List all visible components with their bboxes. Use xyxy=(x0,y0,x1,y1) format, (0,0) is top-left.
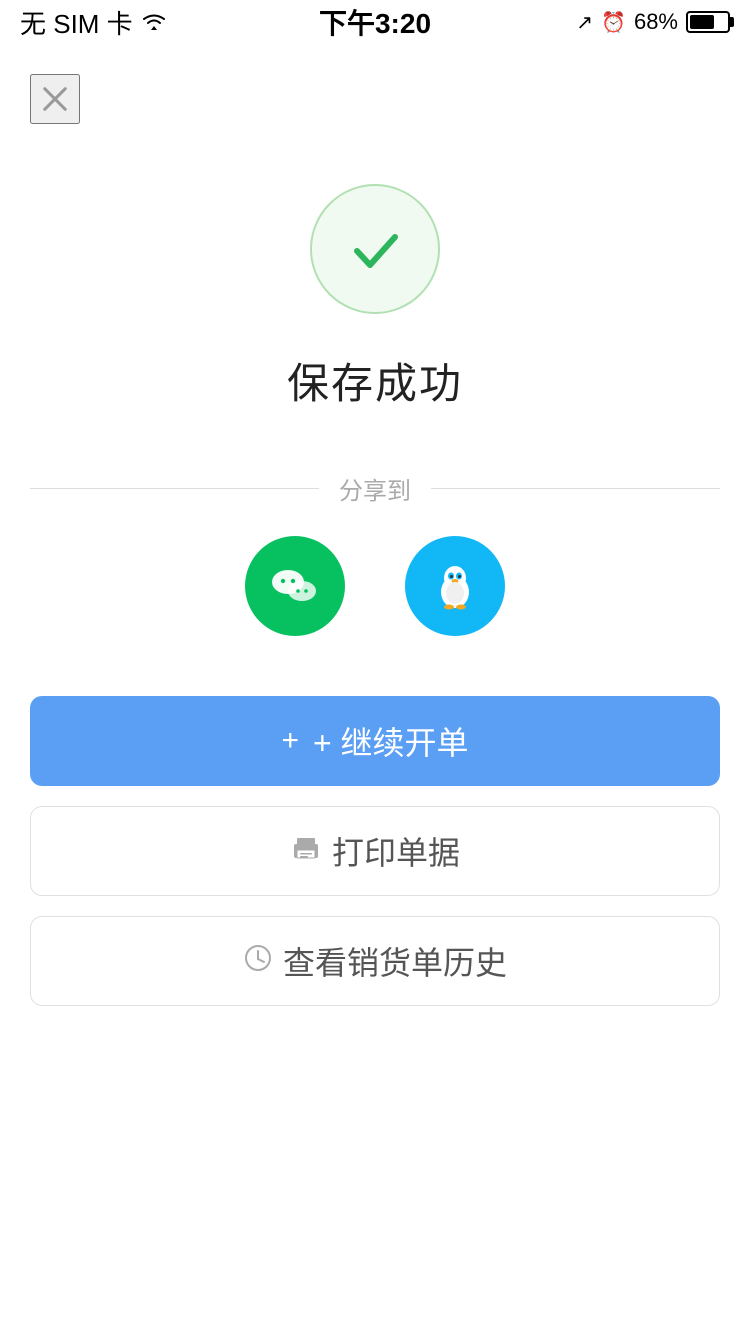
qq-icon xyxy=(427,558,483,614)
print-button[interactable]: 打印单据 xyxy=(30,806,720,896)
close-icon xyxy=(39,83,71,115)
history-icon xyxy=(243,943,273,980)
print-label: 打印单据 xyxy=(332,828,460,874)
checkmark-icon xyxy=(345,219,405,279)
wifi-icon xyxy=(141,7,167,38)
sim-text: 无 SIM 卡 xyxy=(20,4,133,41)
success-title: 保存成功 xyxy=(287,350,463,411)
history-label: 查看销货单历史 xyxy=(283,938,507,984)
main-content: 保存成功 分享到 xyxy=(0,44,750,1046)
share-divider: 分享到 xyxy=(30,471,720,506)
success-section: 保存成功 xyxy=(30,184,720,411)
wechat-share-button[interactable] xyxy=(245,536,345,636)
wechat-icon xyxy=(267,558,323,614)
close-button[interactable] xyxy=(30,74,80,124)
history-button[interactable]: 查看销货单历史 xyxy=(30,916,720,1006)
qq-share-button[interactable] xyxy=(405,536,505,636)
divider-line-left xyxy=(30,488,319,489)
battery-indicator xyxy=(686,11,730,33)
share-label: 分享到 xyxy=(319,471,431,506)
print-icon xyxy=(290,834,322,869)
continue-order-label: + 继续开单 xyxy=(313,718,469,764)
status-right: ↗ ⏰ 68% xyxy=(576,9,730,35)
share-icons xyxy=(30,536,720,636)
success-circle xyxy=(310,184,440,314)
location-icon: ↗ xyxy=(576,10,593,35)
continue-order-button[interactable]: + + 继续开单 xyxy=(30,696,720,786)
status-bar: 无 SIM 卡 下午3:20 ↗ ⏰ 68% xyxy=(0,0,750,44)
battery-percent: 68% xyxy=(634,9,678,35)
divider-line-right xyxy=(431,488,720,489)
status-time: 下午3:20 xyxy=(319,2,431,42)
action-buttons: + + 继续开单 打印单据 xyxy=(30,696,720,1006)
status-left: 无 SIM 卡 xyxy=(20,4,167,41)
alarm-icon: ⏰ xyxy=(601,10,626,35)
plus-icon: + xyxy=(281,724,299,758)
